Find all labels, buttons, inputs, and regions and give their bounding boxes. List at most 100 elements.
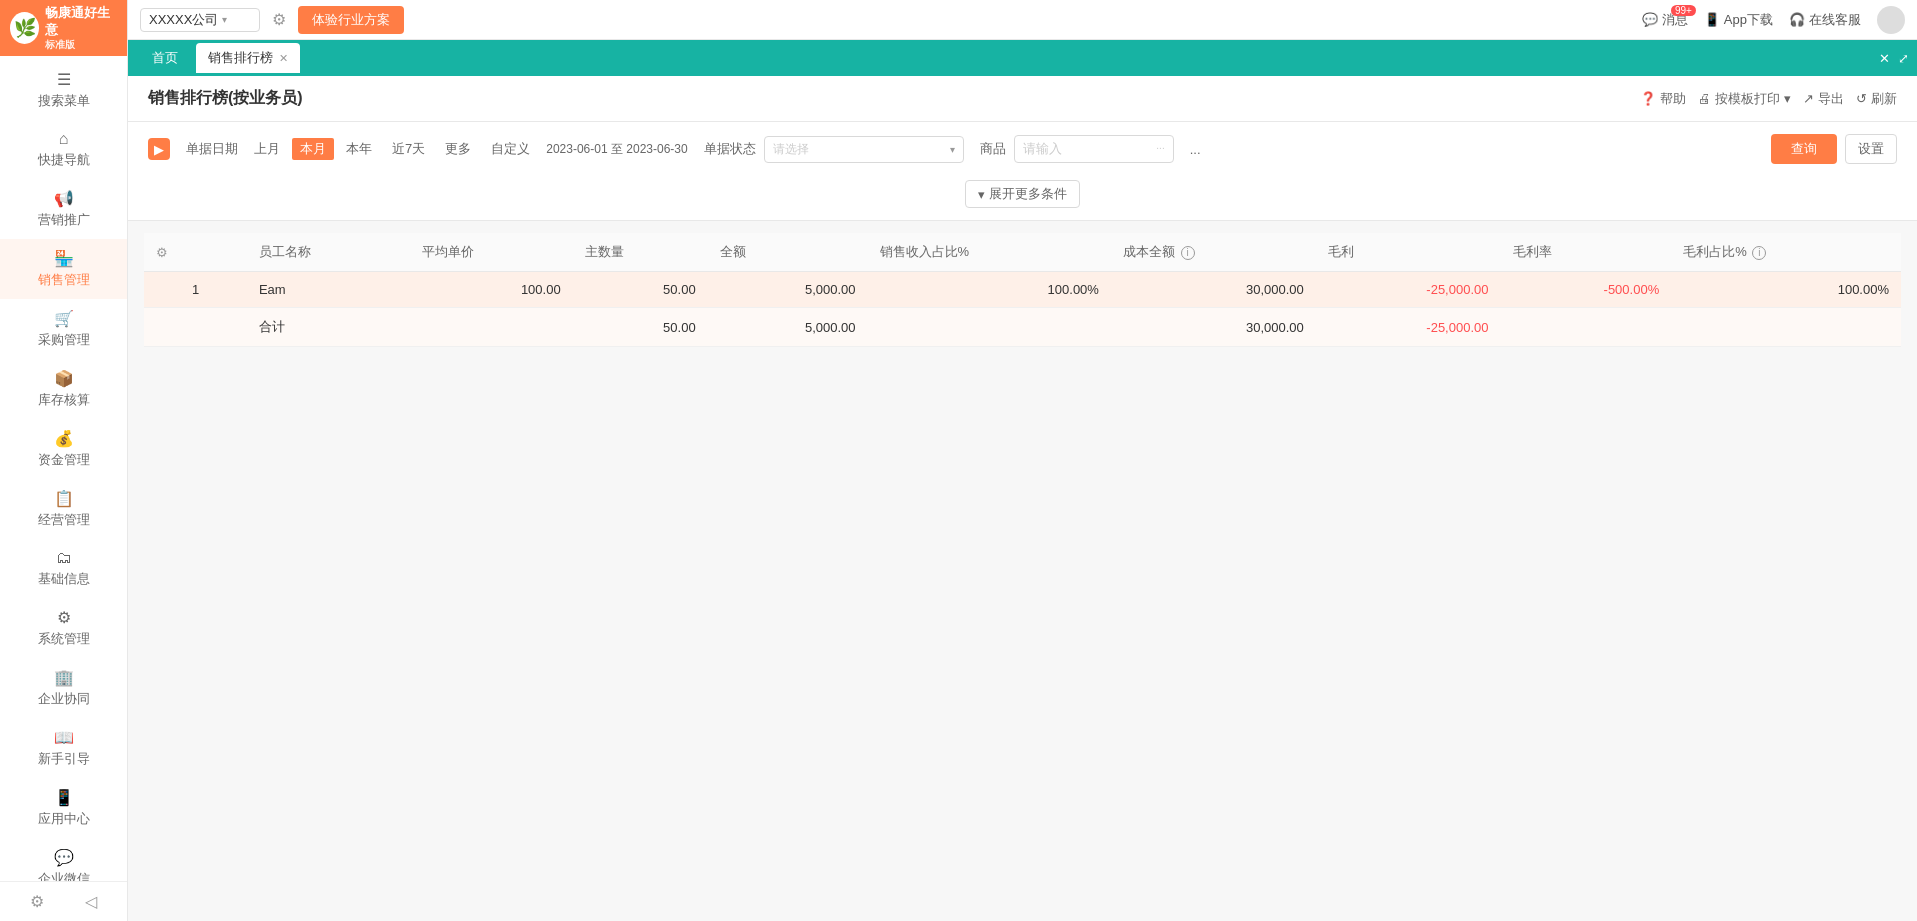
gross-pct-info-icon[interactable]: i [1752,246,1766,260]
sidebar-item-label: 基础信息 [38,570,90,588]
page-container: 销售排行榜(按业务员) ❓ 帮助 🖨 按模板打印 ▾ ↗ 导出 ↺ 刷新 [128,76,1917,921]
date-filter-label: 单据日期 [186,140,238,158]
col-gross-margin: 毛利率 [1501,233,1672,272]
sidebar-item-purchase[interactable]: 🛒 采购管理 [0,299,127,359]
main-content: XXXXX公司 ▾ ⚙ 体验行业方案 💬 消息 99+ 📱 App下载 🎧 在线… [128,0,1917,921]
expand-icon: ▾ [978,187,985,202]
sidebar-item-wechat[interactable]: 💬 企业微信 [0,838,127,881]
message-icon: 💬 [1642,12,1658,27]
col-employee: 员工名称 [247,233,410,272]
trial-button[interactable]: 体验行业方案 [298,6,404,34]
footer-amount: 5,000.00 [708,308,868,347]
header-actions: 💬 消息 99+ 📱 App下载 🎧 在线客服 [1642,6,1905,34]
logo-sub-text: 标准版 [45,38,117,51]
table-header-row: ⚙ 员工名称 平均单价 主数量 全额 [144,233,1901,272]
date-tab-custom[interactable]: 自定义 [483,138,538,160]
sidebar-collapse-icon[interactable]: ◁ [85,892,97,911]
sidebar-item-label: 企业微信 [38,870,90,881]
tab-maximize-icon[interactable]: ⤢ [1898,51,1909,66]
page-title: 销售排行榜(按业务员) [148,88,303,121]
company-select[interactable]: XXXXX公司 ▾ [140,8,260,32]
cell-employee: Eam [247,272,410,308]
sidebar-item-search[interactable]: ☰ 搜索菜单 [0,60,127,120]
col-cost-amount: 成本全额 i [1111,233,1316,272]
date-tab-this-year[interactable]: 本年 [338,138,380,160]
sidebar-item-inventory[interactable]: 📦 库存核算 [0,359,127,419]
col-sales-pct: 销售收入占比% [868,233,1111,272]
message-action[interactable]: 💬 消息 99+ [1642,11,1688,29]
col-quantity: 主数量 [573,233,708,272]
print-icon: 🖨 [1698,91,1711,106]
tab-close-all-icon[interactable]: ✕ [1879,51,1890,66]
date-tab-this-month[interactable]: 本月 [292,138,334,160]
cell-avg-price: 100.00 [410,272,573,308]
sidebar-item-label: 快捷导航 [38,151,90,169]
app-download-action[interactable]: 📱 App下载 [1704,11,1773,29]
date-tabs: 上月 本月 本年 近7天 更多 [246,138,538,160]
purchase-icon: 🛒 [54,309,74,328]
tab-sales-rank[interactable]: 销售排行榜 ✕ [196,43,300,73]
user-avatar[interactable] [1877,6,1905,34]
tab-close-icon[interactable]: ✕ [279,52,288,65]
sidebar-item-marketing[interactable]: 📢 营销推广 [0,179,127,239]
sidebar-item-label: 库存核算 [38,391,90,409]
tab-home[interactable]: 首页 [136,43,194,73]
goods-input[interactable]: 请输入 ... [1014,135,1174,163]
message-badge: 99+ [1671,5,1696,16]
settings-button[interactable]: 设置 [1845,134,1897,164]
refresh-button[interactable]: ↺ 刷新 [1856,90,1897,108]
sidebar-item-finance[interactable]: 💰 资金管理 [0,419,127,479]
cost-info-icon[interactable]: i [1181,246,1195,260]
app-download-label: App下载 [1724,11,1773,29]
sidebar-item-system[interactable]: ⚙ 系统管理 [0,598,127,658]
finance-icon: 💰 [54,429,74,448]
cell-gross-profit: -25,000.00 [1316,272,1501,308]
date-range-text: 2023-06-01 至 2023-06-30 [546,141,687,158]
sidebar-settings-icon[interactable]: ⚙ [30,892,44,911]
refresh-icon: ↺ [1856,91,1867,106]
expand-more-button[interactable]: ▾ 展开更多条件 [965,180,1080,208]
header-settings-icon[interactable]: ⚙ [268,6,290,33]
wechat-icon: 💬 [54,848,74,867]
sidebar-item-guide[interactable]: 📖 新手引导 [0,718,127,778]
sidebar-item-operations[interactable]: 📋 经营管理 [0,479,127,539]
headset-icon: 🎧 [1789,12,1805,27]
footer-cost-amount: 30,000.00 [1111,308,1316,347]
date-tab-last7d[interactable]: 近7天 [384,138,433,160]
col-settings[interactable]: ⚙ [144,233,180,272]
date-tab-prev-month[interactable]: 上月 [246,138,288,160]
online-service-label: 在线客服 [1809,11,1861,29]
filter-area: ▶ 单据日期 上月 本月 本年 [128,122,1917,221]
sidebar-item-quicknav[interactable]: ⌂ 快捷导航 [0,120,127,179]
date-tab-more[interactable]: 更多 [437,138,479,160]
sidebar-item-baseinfo[interactable]: 🗂 基础信息 [0,539,127,598]
date-filter-group: 单据日期 上月 本月 本年 近7天 [186,138,688,160]
sidebar-item-enterprise[interactable]: 🏢 企业协同 [0,658,127,718]
sidebar-nav: ☰ 搜索菜单 ⌂ 快捷导航 📢 营销推广 🏪 销售管理 🛒 采购管理 📦 库存核… [0,56,127,881]
col-avg-price: 平均单价 [410,233,573,272]
sidebar-item-sales[interactable]: 🏪 销售管理 [0,239,127,299]
cell-gross-pct: 100.00% [1671,272,1901,308]
sidebar-item-label: 应用中心 [38,810,90,828]
status-select[interactable]: 请选择 ▾ [764,136,964,163]
col-rank [180,233,247,272]
chevron-down-icon: ▾ [222,14,227,25]
sidebar-item-appcenter[interactable]: 📱 应用中心 [0,778,127,838]
table-row[interactable]: 1 Eam 100.00 50.00 5,000.00 [144,272,1901,308]
operations-icon: 📋 [54,489,74,508]
sales-icon: 🏪 [54,249,74,268]
query-button[interactable]: 查询 [1771,134,1837,164]
print-template-button[interactable]: 🖨 按模板打印 ▾ [1698,90,1791,108]
guide-icon: 📖 [54,728,74,747]
online-service-action[interactable]: 🎧 在线客服 [1789,11,1861,29]
logo-icon: 🌿 [10,12,39,44]
help-button[interactable]: ❓ 帮助 [1640,90,1686,108]
cell-quantity: 50.00 [573,272,708,308]
more-filters-icon[interactable]: ... [1190,142,1201,157]
status-filter-label: 单据状态 [704,140,756,158]
footer-gross-profit: -25,000.00 [1316,308,1501,347]
status-filter-group: 单据状态 请选择 ▾ [704,136,964,163]
export-button[interactable]: ↗ 导出 [1803,90,1844,108]
sidebar-item-label: 资金管理 [38,451,90,469]
filter-toggle-icon[interactable]: ▶ [148,138,170,160]
